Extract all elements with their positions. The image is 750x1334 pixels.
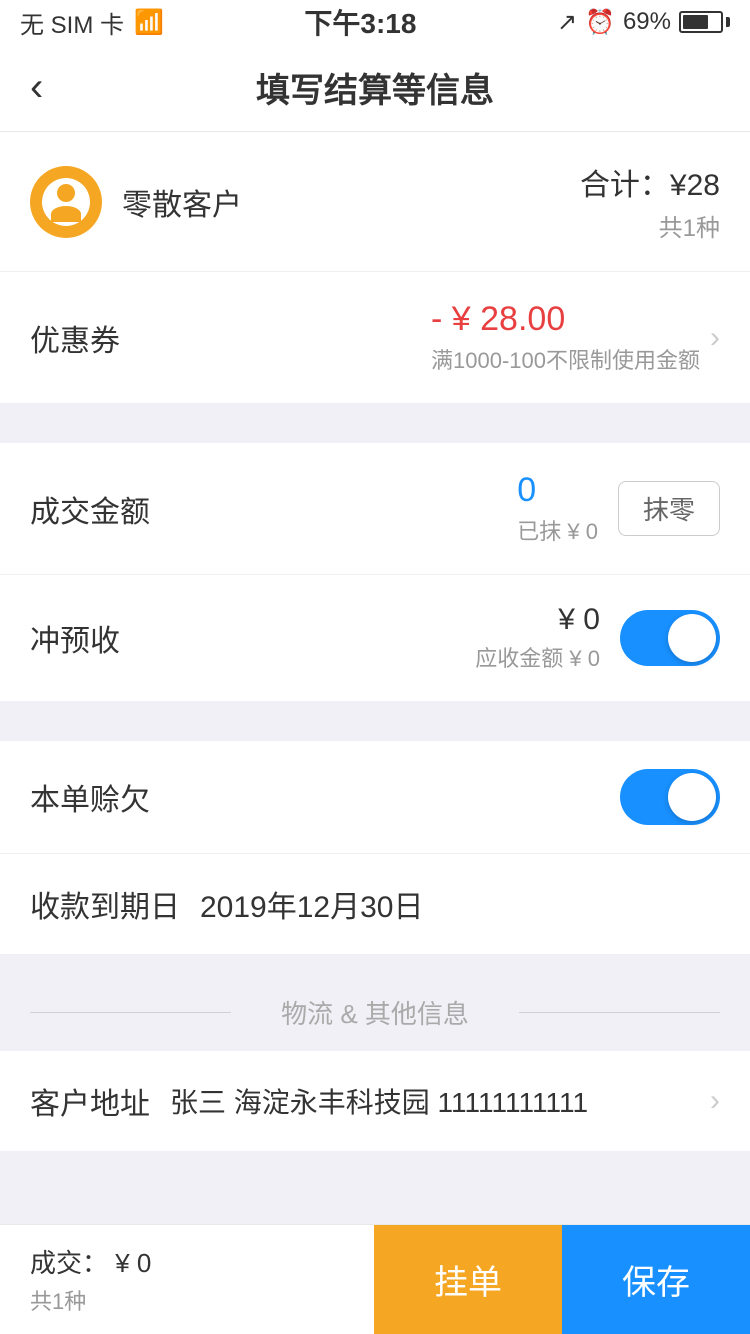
divider-1 xyxy=(0,423,750,443)
status-left: 无 SIM 卡 📶 xyxy=(20,5,164,40)
back-button[interactable]: ‹ xyxy=(30,65,43,110)
content: 零散客户 合计：¥28 共1种 优惠券 - ¥ 28.00 满1000-100不… xyxy=(0,132,750,1271)
debt-toggle[interactable] xyxy=(620,769,720,825)
avatar-icon xyxy=(42,178,90,226)
customer-right: 合计：¥28 共1种 xyxy=(580,160,720,243)
customer-count: 共1种 xyxy=(580,208,720,243)
address-label: 客户地址 xyxy=(30,1079,150,1123)
prereceive-sub: 应收金额 ¥ 0 xyxy=(475,641,600,673)
customer-row: 零散客户 合计：¥28 共1种 xyxy=(0,132,750,271)
coupon-desc: 满1000-100不限制使用金额 xyxy=(431,343,700,375)
prereceive-row: 冲预收 ¥ 0 应收金额 ¥ 0 xyxy=(0,574,750,701)
deal-prefix: 成交： xyxy=(30,1248,108,1278)
amount-row: 成交金额 0 已抹 ¥ 0 抹零 xyxy=(0,443,750,574)
status-right: ↗ ⏰ 69% xyxy=(557,8,730,37)
bottom-count: 共1种 xyxy=(30,1284,344,1316)
customer-section: 零散客户 合计：¥28 共1种 优惠券 - ¥ 28.00 满1000-100不… xyxy=(0,132,750,403)
address-chevron-icon: › xyxy=(710,1084,720,1118)
alarm-icon: ⏰ xyxy=(585,8,615,37)
amount-right: 0 已抹 ¥ 0 抹零 xyxy=(517,471,720,546)
round-button[interactable]: 抹零 xyxy=(618,481,720,536)
chevron-right-icon: › xyxy=(710,321,720,355)
battery-icon xyxy=(679,11,730,33)
bottom-deal-label: 成交： ¥ 0 xyxy=(30,1243,344,1280)
deal-amount: ¥ 0 xyxy=(115,1248,151,1278)
debt-row: 本单赊欠 xyxy=(0,741,750,853)
address-section: 客户地址 张三 海淀永丰科技园 11111111111 › xyxy=(0,1051,750,1151)
prereceive-right: ¥ 0 应收金额 ¥ 0 xyxy=(475,603,720,673)
status-time: 下午3:18 xyxy=(304,2,416,42)
bottom-left: 成交： ¥ 0 共1种 xyxy=(0,1243,374,1316)
prereceive-label: 冲预收 xyxy=(30,616,120,660)
amount-label: 成交金额 xyxy=(30,487,150,531)
duedate-label: 收款到期日 xyxy=(30,882,180,926)
amount-section: 成交金额 0 已抹 ¥ 0 抹零 冲预收 ¥ 0 应收金额 ¥ 0 xyxy=(0,443,750,701)
debt-label: 本单赊欠 xyxy=(30,775,150,819)
page-title: 填写结算等信息 xyxy=(256,63,494,112)
save-button[interactable]: 保存 xyxy=(562,1225,750,1334)
amount-block: 0 已抹 ¥ 0 xyxy=(517,471,598,546)
amount-value: 0 xyxy=(517,471,598,510)
customer-avatar xyxy=(30,166,102,238)
logistics-line-right xyxy=(519,1012,720,1013)
duedate-row: 收款到期日 2019年12月30日 xyxy=(0,853,750,954)
logistics-divider: 物流 & 其他信息 xyxy=(0,974,750,1051)
customer-total: 合计：¥28 xyxy=(580,160,720,204)
duedate-value: 2019年12月30日 xyxy=(200,882,423,926)
nav-bar: ‹ 填写结算等信息 xyxy=(0,44,750,132)
address-row[interactable]: 客户地址 张三 海淀永丰科技园 11111111111 › xyxy=(0,1051,750,1151)
bottom-bar: 成交： ¥ 0 共1种 挂单 保存 xyxy=(0,1224,750,1334)
customer-name: 零散客户 xyxy=(122,180,242,224)
logistics-label: 物流 & 其他信息 xyxy=(281,994,469,1031)
location-icon: ↗ xyxy=(557,8,577,37)
coupon-row[interactable]: 优惠券 - ¥ 28.00 满1000-100不限制使用金额 › xyxy=(0,271,750,403)
no-sim-text: 无 SIM 卡 xyxy=(20,5,124,40)
prereceive-amount-block: ¥ 0 应收金额 ¥ 0 xyxy=(475,603,600,673)
address-value: 张三 海淀永丰科技园 11111111111 xyxy=(170,1081,710,1121)
hold-button[interactable]: 挂单 xyxy=(374,1225,562,1334)
amount-sub: 已抹 ¥ 0 xyxy=(517,514,598,546)
prereceive-amount: ¥ 0 xyxy=(475,603,600,637)
battery-text: 69% xyxy=(623,8,671,36)
coupon-amount: - ¥ 28.00 xyxy=(431,300,700,339)
customer-left: 零散客户 xyxy=(30,166,242,238)
status-bar: 无 SIM 卡 📶 下午3:18 ↗ ⏰ 69% xyxy=(0,0,750,44)
coupon-info: - ¥ 28.00 满1000-100不限制使用金额 xyxy=(431,300,700,375)
wifi-icon: 📶 xyxy=(134,8,164,37)
prereceive-toggle[interactable] xyxy=(620,610,720,666)
coupon-label: 优惠券 xyxy=(30,316,120,360)
coupon-right: - ¥ 28.00 满1000-100不限制使用金额 › xyxy=(431,300,720,375)
debt-section: 本单赊欠 收款到期日 2019年12月30日 xyxy=(0,741,750,954)
divider-2 xyxy=(0,701,750,721)
logistics-line-left xyxy=(30,1012,231,1013)
